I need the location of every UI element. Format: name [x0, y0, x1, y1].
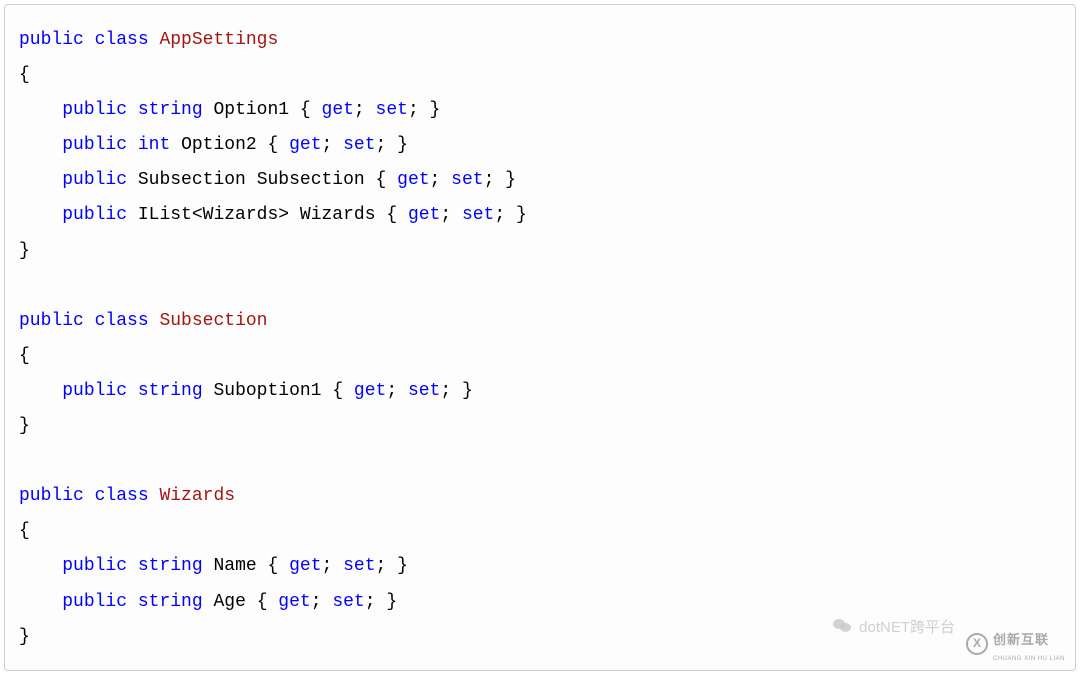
code-block: public class AppSettings { public string…	[4, 4, 1076, 671]
keyword-public: public	[62, 135, 127, 155]
code-line: public IList<Wizards> Wizards { get; set…	[19, 198, 1061, 233]
code-line: {	[19, 514, 1061, 549]
logo-sub: CHUANG XIN HU LIAN	[993, 654, 1065, 666]
keyword-public: public	[62, 100, 127, 120]
keyword-public: public	[62, 556, 127, 576]
keyword-class: class	[95, 30, 149, 50]
code-line: public class Wizards	[19, 479, 1061, 514]
class-name: AppSettings	[159, 30, 278, 50]
wechat-text: dotNET跨平台	[859, 613, 955, 642]
code-line: public string Option1 { get; set; }	[19, 93, 1061, 128]
prop-name: Subsection	[257, 170, 365, 190]
keyword-class: class	[95, 311, 149, 331]
brace-close: }	[19, 416, 30, 436]
brace-close: }	[19, 627, 30, 647]
code-line: }	[19, 234, 1061, 269]
keyword-type: string	[138, 100, 203, 120]
prop-body: { get; set; }	[332, 381, 472, 401]
blank-line	[19, 444, 1061, 479]
code-line: public string Suboption1 { get; set; }	[19, 374, 1061, 409]
class-name: Wizards	[159, 486, 235, 506]
prop-name: Wizards	[300, 205, 376, 225]
prop-body: { get; set; }	[257, 592, 397, 612]
prop-name: Age	[213, 592, 245, 612]
type-name: IList<Wizards>	[138, 205, 289, 225]
code-line: public string Name { get; set; }	[19, 549, 1061, 584]
code-line: {	[19, 339, 1061, 374]
code-line: public class Subsection	[19, 304, 1061, 339]
keyword-public: public	[62, 205, 127, 225]
prop-name: Option1	[213, 100, 289, 120]
code-line: public class AppSettings	[19, 23, 1061, 58]
keyword-type: string	[138, 381, 203, 401]
brace-open: {	[19, 346, 30, 366]
keyword-type: string	[138, 592, 203, 612]
keyword-public: public	[19, 30, 84, 50]
prop-body: { get; set; }	[376, 170, 516, 190]
logo-text-wrap: 创新互联 CHUANG XIN HU LIAN	[993, 621, 1065, 666]
keyword-class: class	[95, 486, 149, 506]
keyword-public: public	[19, 486, 84, 506]
prop-body: { get; set; }	[268, 135, 408, 155]
brand-watermark: X 创新互联 CHUANG XIN HU LIAN	[966, 621, 1065, 666]
brace-open: {	[19, 65, 30, 85]
logo-icon: X	[966, 633, 988, 655]
logo-main: 创新互联	[993, 632, 1049, 647]
code-line: public int Option2 { get; set; }	[19, 128, 1061, 163]
prop-body: { get; set; }	[300, 100, 440, 120]
wechat-watermark: dotNET跨平台	[833, 613, 955, 642]
prop-name: Name	[213, 556, 256, 576]
brace-open: {	[19, 521, 30, 541]
keyword-public: public	[62, 381, 127, 401]
code-line: {	[19, 58, 1061, 93]
keyword-type: int	[138, 135, 170, 155]
code-line: }	[19, 409, 1061, 444]
code-line: public Subsection Subsection { get; set;…	[19, 163, 1061, 198]
wechat-icon	[833, 619, 853, 635]
type-name: Subsection	[138, 170, 246, 190]
prop-body: { get; set; }	[386, 205, 526, 225]
prop-name: Option2	[181, 135, 257, 155]
prop-body: { get; set; }	[268, 556, 408, 576]
keyword-public: public	[62, 592, 127, 612]
prop-name: Suboption1	[213, 381, 321, 401]
blank-line	[19, 269, 1061, 304]
keyword-type: string	[138, 556, 203, 576]
brace-close: }	[19, 241, 30, 261]
class-name: Subsection	[159, 311, 267, 331]
keyword-public: public	[62, 170, 127, 190]
keyword-public: public	[19, 311, 84, 331]
